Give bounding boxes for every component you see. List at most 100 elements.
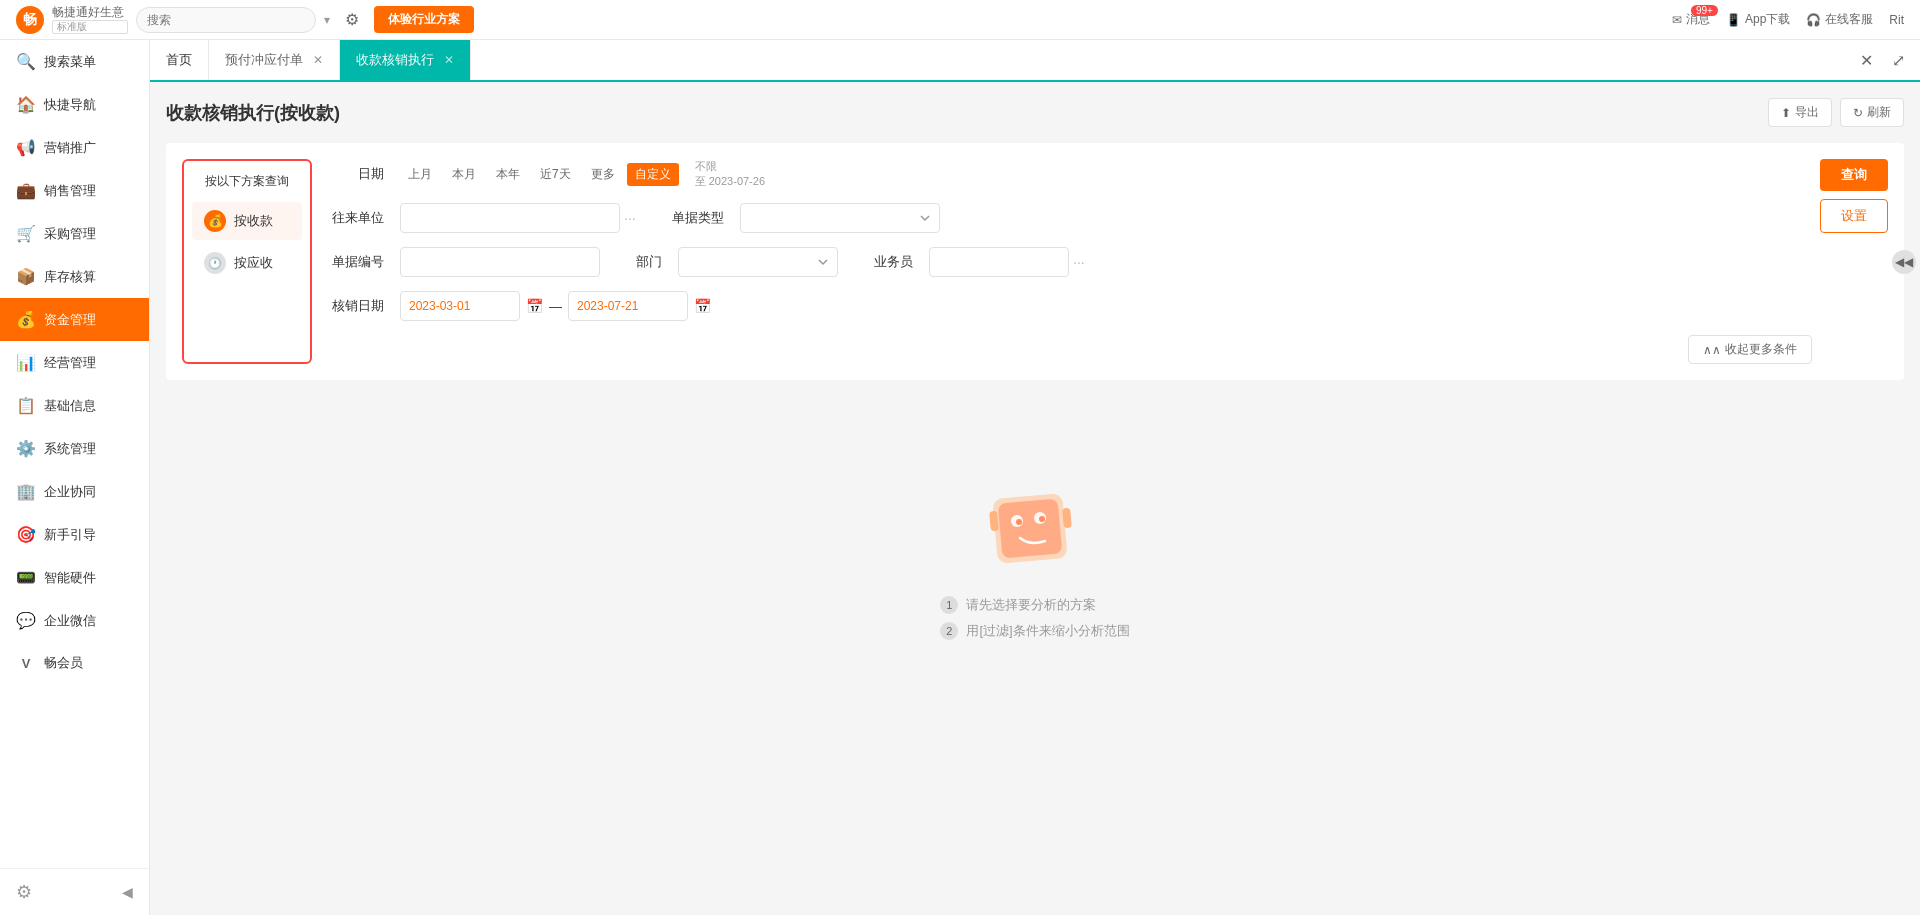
tab-prepay-offset[interactable]: 预付冲应付单 ✕ — [209, 40, 340, 80]
message-button[interactable]: ✉ 消息 99+ — [1672, 11, 1710, 28]
filter-option-by-receipt[interactable]: 💰 按收款 — [192, 202, 302, 240]
by-receipt-icon: 💰 — [204, 210, 226, 232]
partner-more-icon[interactable]: ··· — [624, 210, 636, 226]
writeoff-end-calendar-icon[interactable]: 📅 — [694, 298, 711, 314]
sidebar-item-enterprise[interactable]: 🏢 企业协同 — [0, 470, 149, 513]
partner-input-group: ··· — [400, 203, 636, 233]
sidebar-item-wechat[interactable]: 💬 企业微信 — [0, 599, 149, 642]
sidebar-item-label: 新手引导 — [44, 526, 96, 544]
by-receivable-icon: 🕐 — [204, 252, 226, 274]
staff-more-icon[interactable]: ··· — [1073, 254, 1085, 270]
sidebar-item-label: 资金管理 — [44, 311, 96, 329]
partner-input[interactable] — [400, 203, 620, 233]
filter-sidebar: 按以下方案查询 💰 按收款 🕐 按应收 — [182, 159, 312, 364]
filter-partner-row: 往来单位 ··· 单据类型 — [324, 203, 1812, 233]
tab-close-all-button[interactable]: ✕ — [1852, 46, 1880, 74]
page-content: 收款核销执行(按收款) ⬆ 导出 ↻ 刷新 按以下方案查询 — [150, 82, 1920, 915]
svg-rect-1 — [998, 498, 1063, 558]
sidebar-item-label: 采购管理 — [44, 225, 96, 243]
sidebar-item-search-menu[interactable]: 🔍 搜索菜单 — [0, 40, 149, 83]
query-settings-col: 查询 设置 — [1820, 159, 1888, 233]
sidebar-item-guide[interactable]: 🎯 新手引导 — [0, 513, 149, 556]
service-icon: 🎧 — [1806, 13, 1821, 27]
sidebar-collapse-icon[interactable]: ◀ — [122, 884, 133, 900]
bill-type-select[interactable] — [740, 203, 940, 233]
sidebar-item-label: 智能硬件 — [44, 569, 96, 587]
staff-input[interactable] — [929, 247, 1069, 277]
sidebar-item-finance[interactable]: 💰 资金管理 — [0, 298, 149, 341]
filter-option-by-receivable[interactable]: 🕐 按应收 — [192, 244, 302, 282]
sidebar-item-inventory[interactable]: 📦 库存核算 — [0, 255, 149, 298]
filter-sidebar-title: 按以下方案查询 — [192, 173, 302, 190]
operations-icon: 📊 — [16, 353, 36, 372]
refresh-button[interactable]: ↻ 刷新 — [1840, 98, 1904, 127]
dept-select[interactable] — [678, 247, 838, 277]
date-btn-7days[interactable]: 近7天 — [532, 163, 579, 186]
sidebar-item-label: 库存核算 — [44, 268, 96, 286]
date-label: 日期 — [324, 165, 384, 183]
search-menu-icon: 🔍 — [16, 52, 36, 71]
sidebar-item-basic-info[interactable]: 📋 基础信息 — [0, 384, 149, 427]
tab-home-label: 首页 — [166, 51, 192, 69]
collapse-icon: ∧∧ — [1703, 343, 1721, 357]
empty-icon — [985, 476, 1085, 576]
sidebar-item-system[interactable]: ⚙️ 系统管理 — [0, 427, 149, 470]
search-input[interactable] — [136, 7, 316, 33]
sidebar-item-label: 企业协同 — [44, 483, 96, 501]
date-btn-more[interactable]: 更多 — [583, 163, 623, 186]
filter-writeoff-row: 核销日期 📅 — 📅 — [324, 291, 1812, 321]
system-icon: ⚙️ — [16, 439, 36, 458]
settings-button[interactable]: 设置 — [1820, 199, 1888, 233]
empty-hints: 1 请先选择要分析的方案 2 用[过滤]条件来缩小分析范围 — [940, 596, 1129, 648]
bill-no-input[interactable] — [400, 247, 600, 277]
date-btn-this-month[interactable]: 本月 — [444, 163, 484, 186]
date-buttons: 上月 本月 本年 近7天 更多 自定义 — [400, 163, 679, 186]
tab-home[interactable]: 首页 — [150, 40, 209, 80]
filter-collapse-button[interactable]: ◀◀ — [1892, 250, 1916, 274]
collapse-more-button[interactable]: ∧∧ 收起更多条件 — [1688, 335, 1812, 364]
query-button[interactable]: 查询 — [1820, 159, 1888, 191]
writeoff-date-end-input[interactable] — [568, 291, 688, 321]
online-service-button[interactable]: 🎧 在线客服 — [1806, 11, 1873, 28]
sidebar-item-label: 营销推广 — [44, 139, 96, 157]
app-download-button[interactable]: 📱 App下载 — [1726, 11, 1790, 28]
tab-receipt-offset-close[interactable]: ✕ — [444, 53, 454, 67]
inventory-icon: 📦 — [16, 267, 36, 286]
date-btn-custom[interactable]: 自定义 — [627, 163, 679, 186]
tab-prepay-offset-close[interactable]: ✕ — [313, 53, 323, 67]
sidebar-item-hardware[interactable]: 📟 智能硬件 — [0, 556, 149, 599]
basic-info-icon: 📋 — [16, 396, 36, 415]
sidebar-item-member[interactable]: V 畅会员 — [0, 642, 149, 684]
sidebar-item-quick-nav[interactable]: 🏠 快捷导航 — [0, 83, 149, 126]
filter-option-by-receivable-label: 按应收 — [234, 254, 273, 272]
app-name: 畅捷通好生意 — [52, 5, 124, 19]
quick-nav-icon: 🏠 — [16, 95, 36, 114]
export-button[interactable]: ⬆ 导出 — [1768, 98, 1832, 127]
bill-type-label: 单据类型 — [672, 209, 724, 227]
tabbar: 首页 预付冲应付单 ✕ 收款核销执行 ✕ ✕ ⤢ — [150, 40, 1920, 82]
dropdown-icon[interactable]: ▾ — [324, 13, 330, 27]
tab-prepay-offset-label: 预付冲应付单 — [225, 51, 303, 69]
filter-right: 日期 上月 本月 本年 近7天 更多 自定义 — [324, 159, 1888, 364]
settings-icon[interactable]: ⚙ — [338, 6, 366, 34]
sidebar-item-label: 基础信息 — [44, 397, 96, 415]
partner-label: 往来单位 — [324, 209, 384, 227]
writeoff-start-calendar-icon[interactable]: 📅 — [526, 298, 543, 314]
marketing-icon: 📢 — [16, 138, 36, 157]
sidebar-item-marketing[interactable]: 📢 营销推广 — [0, 126, 149, 169]
solution-button[interactable]: 体验行业方案 — [374, 6, 474, 33]
filter-billno-row: 单据编号 部门 业务员 ··· — [324, 247, 1812, 277]
writeoff-date-start-input[interactable] — [400, 291, 520, 321]
sidebar-item-purchase[interactable]: 🛒 采购管理 — [0, 212, 149, 255]
sidebar-item-sales[interactable]: 💼 销售管理 — [0, 169, 149, 212]
username-label: Rit — [1889, 13, 1904, 27]
date-btn-this-year[interactable]: 本年 — [488, 163, 528, 186]
tab-receipt-offset[interactable]: 收款核销执行 ✕ — [340, 40, 471, 80]
sidebar-item-label: 经营管理 — [44, 354, 96, 372]
date-btn-last-month[interactable]: 上月 — [400, 163, 440, 186]
logo-text: 畅 — [23, 11, 37, 29]
page-header: 收款核销执行(按收款) ⬆ 导出 ↻ 刷新 — [166, 98, 1904, 127]
tab-expand-button[interactable]: ⤢ — [1884, 46, 1912, 74]
sidebar-settings-icon[interactable]: ⚙ — [16, 881, 32, 903]
sidebar-item-operations[interactable]: 📊 经营管理 — [0, 341, 149, 384]
